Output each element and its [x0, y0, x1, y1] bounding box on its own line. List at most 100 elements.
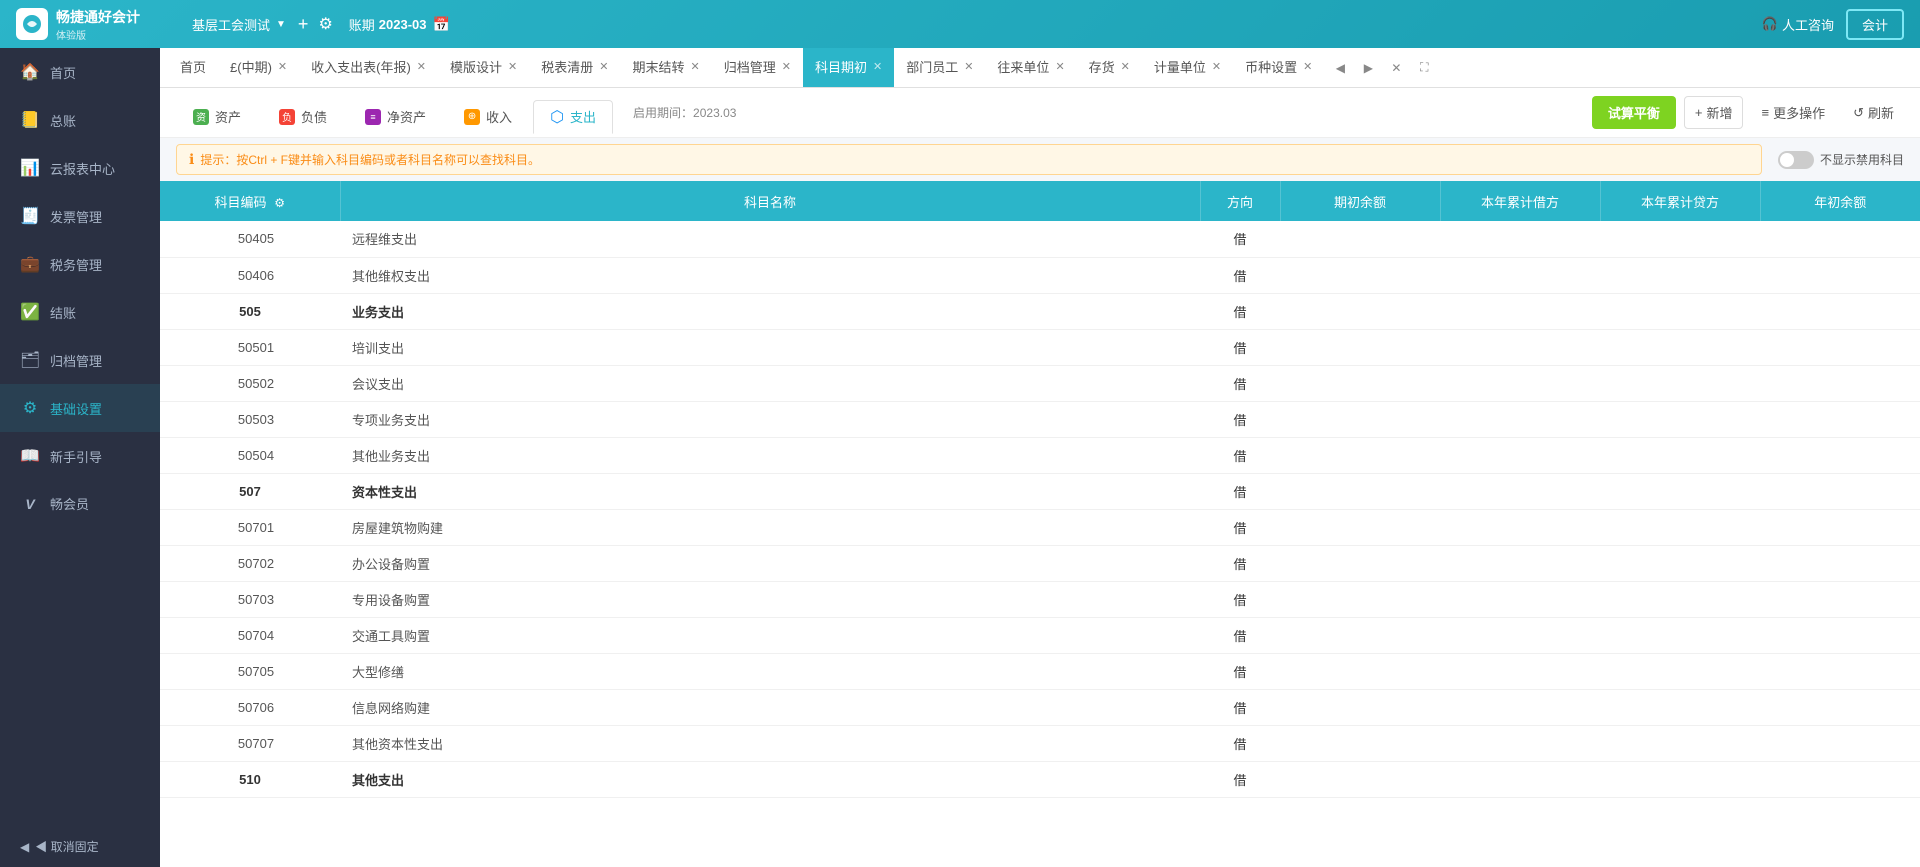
sidebar-item-ledger[interactable]: 📒 总账: [0, 96, 160, 144]
cell-ytd-debit[interactable]: [1440, 689, 1600, 725]
cell-ytd-credit[interactable]: [1600, 725, 1760, 761]
sidebar-item-member[interactable]: V 畅会员: [0, 480, 160, 527]
tab-currency-close[interactable]: ✕: [1303, 60, 1312, 73]
tab-dept-close[interactable]: ✕: [964, 60, 973, 73]
table-row[interactable]: 50504 其他业务支出 借: [160, 437, 1920, 473]
cell-opening-balance[interactable]: [1280, 221, 1440, 257]
calendar-icon[interactable]: 📅: [433, 16, 450, 33]
cell-ytd-debit[interactable]: [1440, 617, 1600, 653]
sidebar-item-home[interactable]: 🏠 首页: [0, 48, 160, 96]
tab-subject-init-close[interactable]: ✕: [873, 60, 882, 73]
cell-year-opening[interactable]: [1760, 257, 1920, 293]
sidebar-item-settings[interactable]: ⚙ 基础设置: [0, 384, 160, 432]
cell-opening-balance[interactable]: [1280, 545, 1440, 581]
tab-dept[interactable]: 部门员工 ✕: [894, 48, 985, 88]
period-value[interactable]: 2023-03: [379, 17, 427, 32]
cell-ytd-credit[interactable]: [1600, 329, 1760, 365]
tab-next-button[interactable]: ▶: [1356, 56, 1380, 80]
cell-opening-balance[interactable]: [1280, 329, 1440, 365]
tab-income-exp[interactable]: 收入支出表(年报) ✕: [299, 48, 438, 88]
cell-ytd-debit[interactable]: [1440, 473, 1600, 509]
cell-year-opening[interactable]: [1760, 473, 1920, 509]
cell-ytd-debit[interactable]: [1440, 221, 1600, 257]
cell-ytd-debit[interactable]: [1440, 401, 1600, 437]
disable-toggle[interactable]: [1778, 151, 1814, 169]
sidebar-item-close[interactable]: ✅ 结账: [0, 288, 160, 336]
cell-ytd-debit[interactable]: [1440, 545, 1600, 581]
cell-ytd-credit[interactable]: [1600, 509, 1760, 545]
cell-year-opening[interactable]: [1760, 617, 1920, 653]
cell-year-opening[interactable]: [1760, 329, 1920, 365]
cell-ytd-credit[interactable]: [1600, 617, 1760, 653]
table-row[interactable]: 50705 大型修缮 借: [160, 653, 1920, 689]
cell-ytd-credit[interactable]: [1600, 293, 1760, 329]
tab-inventory[interactable]: 存货 ✕: [1077, 48, 1142, 88]
tab-template[interactable]: 模版设计 ✕: [438, 48, 529, 88]
table-row[interactable]: 510 其他支出 借: [160, 761, 1920, 797]
project-dropdown-icon[interactable]: ▼: [276, 19, 286, 30]
tab-income-exp-close[interactable]: ✕: [417, 60, 426, 73]
cell-year-opening[interactable]: [1760, 725, 1920, 761]
tab-expand-button[interactable]: ⛶: [1412, 56, 1436, 80]
cell-year-opening[interactable]: [1760, 437, 1920, 473]
cell-ytd-credit[interactable]: [1600, 545, 1760, 581]
cell-ytd-credit[interactable]: [1600, 257, 1760, 293]
tab-mid-close[interactable]: ✕: [278, 60, 287, 73]
subtab-equity[interactable]: ≡ 净资产: [348, 100, 443, 133]
tab-unit-close[interactable]: ✕: [1212, 60, 1221, 73]
tab-inventory-close[interactable]: ✕: [1121, 60, 1130, 73]
tab-tax-close[interactable]: ✕: [599, 60, 608, 73]
tab-contact[interactable]: 往来单位 ✕: [985, 48, 1076, 88]
cell-ytd-credit[interactable]: [1600, 761, 1760, 797]
add-project-button[interactable]: +: [298, 14, 309, 35]
subtab-income[interactable]: ⊕ 收入: [447, 100, 529, 133]
tab-period-end-close[interactable]: ✕: [691, 60, 700, 73]
tab-close-all-button[interactable]: ✕: [1384, 56, 1408, 80]
cell-opening-balance[interactable]: [1280, 473, 1440, 509]
tab-mid[interactable]: £(中期) ✕: [218, 48, 299, 88]
tab-unit[interactable]: 计量单位 ✕: [1142, 48, 1233, 88]
sidebar-item-archive[interactable]: 🗂 归档管理: [0, 336, 160, 384]
cell-ytd-debit[interactable]: [1440, 725, 1600, 761]
cell-ytd-debit[interactable]: [1440, 761, 1600, 797]
cell-ytd-credit[interactable]: [1600, 581, 1760, 617]
subtab-liability[interactable]: 负 负债: [262, 100, 344, 133]
subtab-expense[interactable]: ⬡ 支出: [533, 100, 613, 134]
table-row[interactable]: 505 业务支出 借: [160, 293, 1920, 329]
sidebar-item-guide[interactable]: 📖 新手引导: [0, 432, 160, 480]
tab-tax[interactable]: 税表清册 ✕: [529, 48, 620, 88]
tab-subject-init[interactable]: 科目期初 ✕: [803, 48, 894, 88]
tab-contact-close[interactable]: ✕: [1055, 60, 1064, 73]
sidebar-item-report[interactable]: 📊 云报表中心: [0, 144, 160, 192]
cell-year-opening[interactable]: [1760, 761, 1920, 797]
table-row[interactable]: 507 资本性支出 借: [160, 473, 1920, 509]
tab-archive-close[interactable]: ✕: [782, 60, 791, 73]
table-row[interactable]: 50701 房屋建筑物购建 借: [160, 509, 1920, 545]
cell-opening-balance[interactable]: [1280, 725, 1440, 761]
table-row[interactable]: 50502 会议支出 借: [160, 365, 1920, 401]
account-button[interactable]: 会计: [1846, 9, 1904, 40]
more-button[interactable]: ≡ 更多操作: [1751, 97, 1835, 128]
refresh-button[interactable]: ↺ 刷新: [1843, 97, 1904, 128]
cell-ytd-credit[interactable]: [1600, 401, 1760, 437]
cell-ytd-debit[interactable]: [1440, 581, 1600, 617]
tab-currency[interactable]: 币种设置 ✕: [1233, 48, 1324, 88]
cell-year-opening[interactable]: [1760, 509, 1920, 545]
cell-opening-balance[interactable]: [1280, 401, 1440, 437]
table-row[interactable]: 50503 专项业务支出 借: [160, 401, 1920, 437]
cell-opening-balance[interactable]: [1280, 365, 1440, 401]
cell-ytd-debit[interactable]: [1440, 509, 1600, 545]
cell-opening-balance[interactable]: [1280, 653, 1440, 689]
project-name[interactable]: 基层工会测试: [192, 15, 270, 34]
cell-year-opening[interactable]: [1760, 401, 1920, 437]
cell-opening-balance[interactable]: [1280, 689, 1440, 725]
cell-ytd-debit[interactable]: [1440, 437, 1600, 473]
sidebar-collapse-button[interactable]: ◀ ◀ 取消固定: [0, 826, 160, 867]
cell-year-opening[interactable]: [1760, 221, 1920, 257]
cell-ytd-debit[interactable]: [1440, 653, 1600, 689]
add-button[interactable]: + 新增: [1684, 96, 1744, 129]
ai-consult-button[interactable]: 🎧 人工咨询: [1762, 15, 1834, 34]
cell-opening-balance[interactable]: [1280, 761, 1440, 797]
cell-ytd-credit[interactable]: [1600, 437, 1760, 473]
tab-period-end[interactable]: 期末结转 ✕: [620, 48, 711, 88]
